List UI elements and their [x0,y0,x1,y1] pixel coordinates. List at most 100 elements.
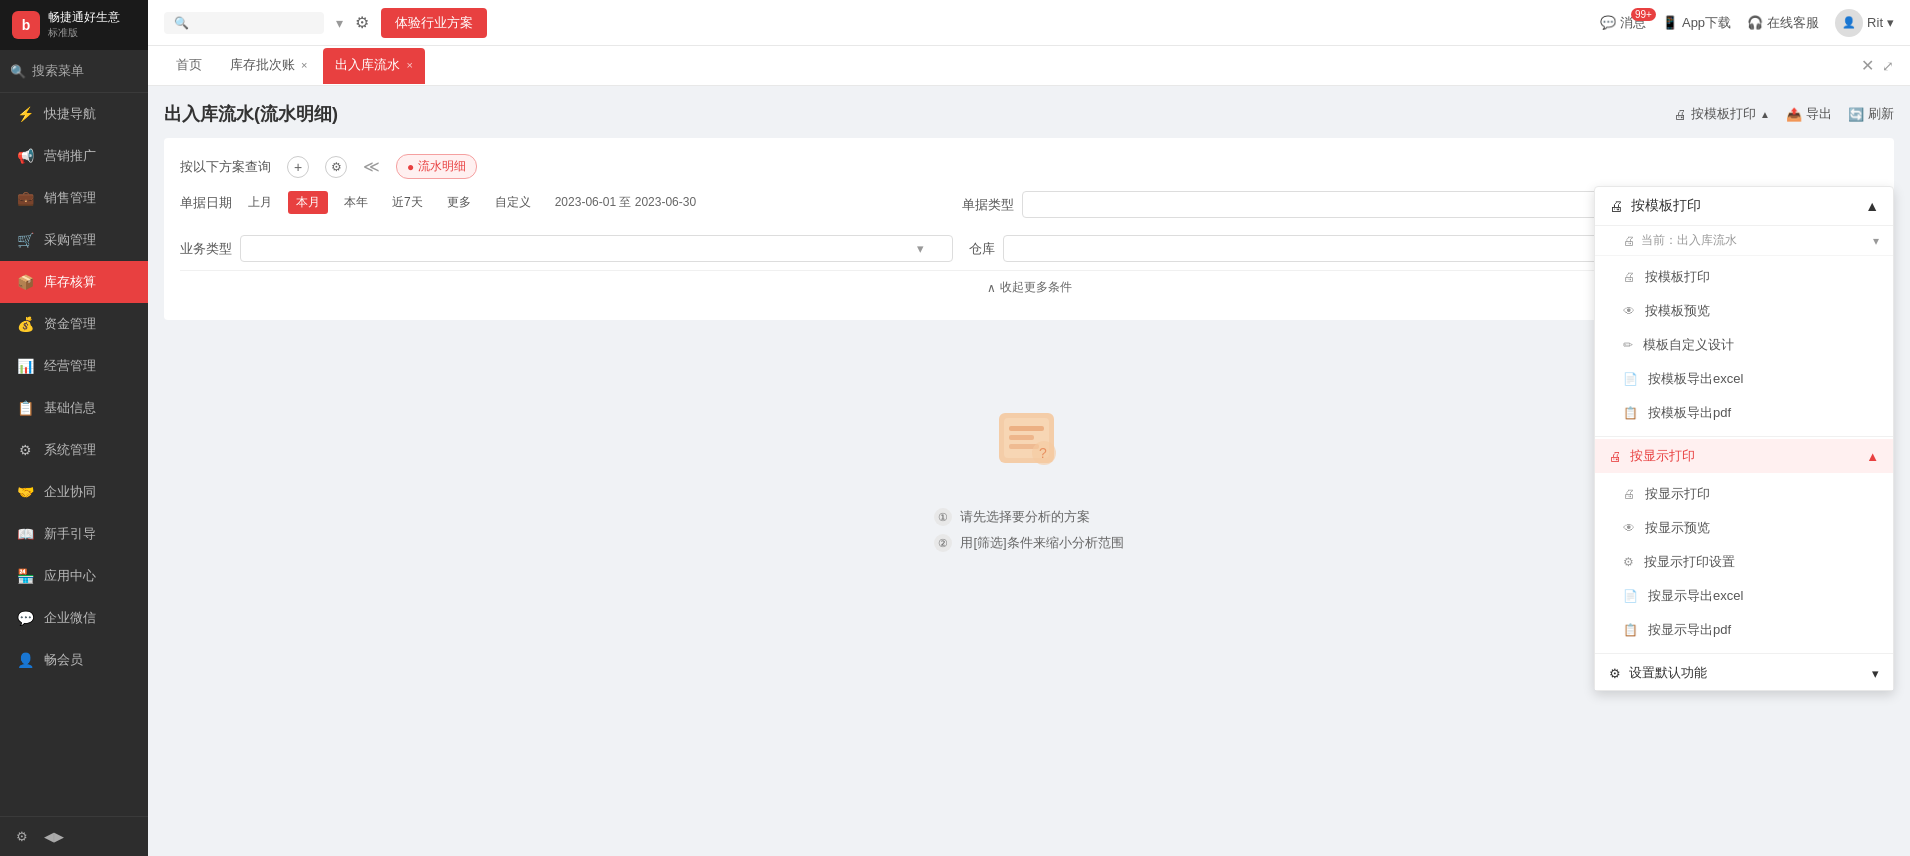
tab-home[interactable]: 首页 [164,48,214,84]
search-menu-label: 搜索菜单 [32,62,84,80]
date-btn-last-month[interactable]: 上月 [240,191,280,214]
tab-expand-icon[interactable]: ⤢ [1882,58,1894,74]
display-section-label: 按显示打印 [1630,447,1695,465]
sidebar-item-system[interactable]: ⚙ 系统管理 [0,429,148,471]
filter-collapse-btn[interactable]: ≪ [363,157,380,176]
sidebar-logo: b 畅捷通好生意 标准版 [0,0,148,50]
sidebar-settings-icon[interactable]: ⚙ [16,829,28,844]
dropdown-item-template-excel[interactable]: 📄 按模板导出excel [1595,362,1893,396]
date-btn-this-month[interactable]: 本月 [288,191,328,214]
active-filter-dot: ● [407,160,414,174]
message-badge: 99+ [1631,8,1656,21]
sidebar-item-inventory[interactable]: 📦 库存核算 [0,261,148,303]
sidebar-item-label: 系统管理 [44,441,96,459]
search-menu-btn[interactable]: 🔍 搜索菜单 [10,58,138,84]
empty-state-icon: ? [979,388,1079,488]
member-icon: 👤 [16,651,34,669]
wechat-icon: 💬 [16,609,34,627]
inventory-batch-close-icon[interactable]: × [301,59,307,71]
dropdown-default-function[interactable]: ⚙ 设置默认功能 ▾ [1595,656,1893,690]
header-dropdown-icon[interactable]: ▾ [336,15,343,31]
template-pdf-icon: 📋 [1623,406,1638,420]
dropdown-item-display-excel[interactable]: 📄 按显示导出excel [1595,579,1893,613]
system-icon: ⚙ [16,441,34,459]
current-section-label: 当前：出入库流水 [1641,232,1737,249]
dropdown-item-template-print[interactable]: 🖨 按模板打印 [1595,260,1893,294]
sidebar-item-label: 企业协同 [44,483,96,501]
dropdown-current-section[interactable]: 🖨 当前：出入库流水 ▾ [1595,226,1893,256]
sidebar-collapse-icon[interactable]: ◀▶ [44,829,64,844]
sidebar-item-member[interactable]: 👤 畅会员 [0,639,148,681]
sidebar-item-label: 销售管理 [44,189,96,207]
tabs-right: ✕ ⤢ [1861,56,1894,75]
date-btn-7days[interactable]: 近7天 [384,191,431,214]
sidebar-item-label: 应用中心 [44,567,96,585]
export-icon: 📤 [1786,107,1802,122]
filter-settings-btn[interactable]: ⚙ [325,156,347,178]
date-btn-more[interactable]: 更多 [439,191,479,214]
empty-step-1: ① 请先选择要分析的方案 [934,508,1123,526]
sidebar-item-label: 企业微信 [44,609,96,627]
print-template-btn[interactable]: 🖨 按模板打印 ▲ [1674,105,1770,123]
dropdown-item-template-pdf[interactable]: 📋 按模板导出pdf [1595,396,1893,430]
page-header-right: 🖨 按模板打印 ▲ 📤 导出 🔄 刷新 [1674,105,1894,123]
sidebar-item-label: 新手引导 [44,525,96,543]
dropdown-display-section-header[interactable]: 🖨 按显示打印 ▲ [1595,439,1893,473]
sidebar-item-label: 采购管理 [44,231,96,249]
sidebar-item-wechat[interactable]: 💬 企业微信 [0,597,148,639]
tab-inventory-batch[interactable]: 库存批次账 × [218,48,319,84]
dropdown-header-label: 按模板打印 [1631,197,1701,215]
export-btn[interactable]: 📤 导出 [1786,105,1832,123]
collapse-more-btn[interactable]: ∧ 收起更多条件 [983,275,1076,300]
dropdown-display-section: 🖨 按显示打印 👁 按显示预览 ⚙ 按显示打印设置 📄 按显示导出excel 📋 [1595,473,1893,651]
sidebar-item-label: 资金管理 [44,315,96,333]
dropdown-header[interactable]: 🖨 按模板打印 ▲ [1595,187,1893,226]
dropdown-item-template-preview[interactable]: 👁 按模板预览 [1595,294,1893,328]
sidebar-item-quick-nav[interactable]: ⚡ 快捷导航 [0,93,148,135]
date-btn-this-year[interactable]: 本年 [336,191,376,214]
inout-flow-close-icon[interactable]: × [406,59,412,71]
sidebar-item-marketing[interactable]: 📢 营销推广 [0,135,148,177]
refresh-btn[interactable]: 🔄 刷新 [1848,105,1894,123]
inout-flow-label: 出入库流水 [335,56,400,74]
sidebar-bottom: ⚙ ◀▶ [0,816,148,856]
filter-row-1: 按以下方案查询 + ⚙ ≪ ● 流水明细 [180,154,1878,179]
user-dropdown-icon: ▾ [1887,15,1894,30]
collapse-more-icon: ∧ [987,281,996,295]
sidebar-item-finance[interactable]: 💰 资金管理 [0,303,148,345]
user-name: Rit [1867,15,1883,30]
step1-num: ① [934,508,952,526]
sidebar-item-collab[interactable]: 🤝 企业协同 [0,471,148,513]
business-type-select[interactable]: ▾ [240,235,953,262]
current-section-chevron: ▾ [1873,234,1879,248]
filter-add-btn[interactable]: + [287,156,309,178]
date-btn-custom[interactable]: 自定义 [487,191,539,214]
header-settings-icon[interactable]: ⚙ [355,13,369,32]
sidebar-item-operations[interactable]: 📊 经营管理 [0,345,148,387]
dropdown-header-chevron: ▲ [1865,198,1879,214]
tab-close-all-icon[interactable]: ✕ [1861,56,1874,75]
sidebar-nav: ⚡ 快捷导航 📢 营销推广 💼 销售管理 🛒 采购管理 📦 库存核算 💰 资金管… [0,93,148,816]
sidebar-search-area: 🔍 搜索菜单 [0,50,148,93]
sidebar-item-sales[interactable]: 💼 销售管理 [0,177,148,219]
sidebar-item-basics[interactable]: 📋 基础信息 [0,387,148,429]
user-menu[interactable]: 👤 Rit ▾ [1835,9,1894,37]
header-search-bar[interactable]: 🔍 [164,12,324,34]
trial-btn[interactable]: 体验行业方案 [381,8,487,38]
operations-icon: 📊 [16,357,34,375]
tab-inout-flow[interactable]: 出入库流水 × [323,48,424,84]
dropdown-item-display-preview[interactable]: 👁 按显示预览 [1595,511,1893,545]
dropdown-item-display-pdf[interactable]: 📋 按显示导出pdf [1595,613,1893,647]
app-download-btn[interactable]: 📱 App下载 [1662,14,1731,32]
dropdown-item-display-print[interactable]: 🖨 按显示打印 [1595,477,1893,511]
online-service-icon: 🎧 [1747,15,1763,30]
sidebar-item-purchase[interactable]: 🛒 采购管理 [0,219,148,261]
online-service-btn[interactable]: 🎧 在线客服 [1747,14,1819,32]
active-filter-tag[interactable]: ● 流水明细 [396,154,477,179]
template-pdf-label: 按模板导出pdf [1648,404,1731,422]
sidebar-item-appstore[interactable]: 🏪 应用中心 [0,555,148,597]
dropdown-item-template-design[interactable]: ✏ 模板自定义设计 [1595,328,1893,362]
message-btn[interactable]: 💬 消息 99+ [1600,14,1646,32]
dropdown-item-display-settings[interactable]: ⚙ 按显示打印设置 [1595,545,1893,579]
sidebar-item-guide[interactable]: 📖 新手引导 [0,513,148,555]
